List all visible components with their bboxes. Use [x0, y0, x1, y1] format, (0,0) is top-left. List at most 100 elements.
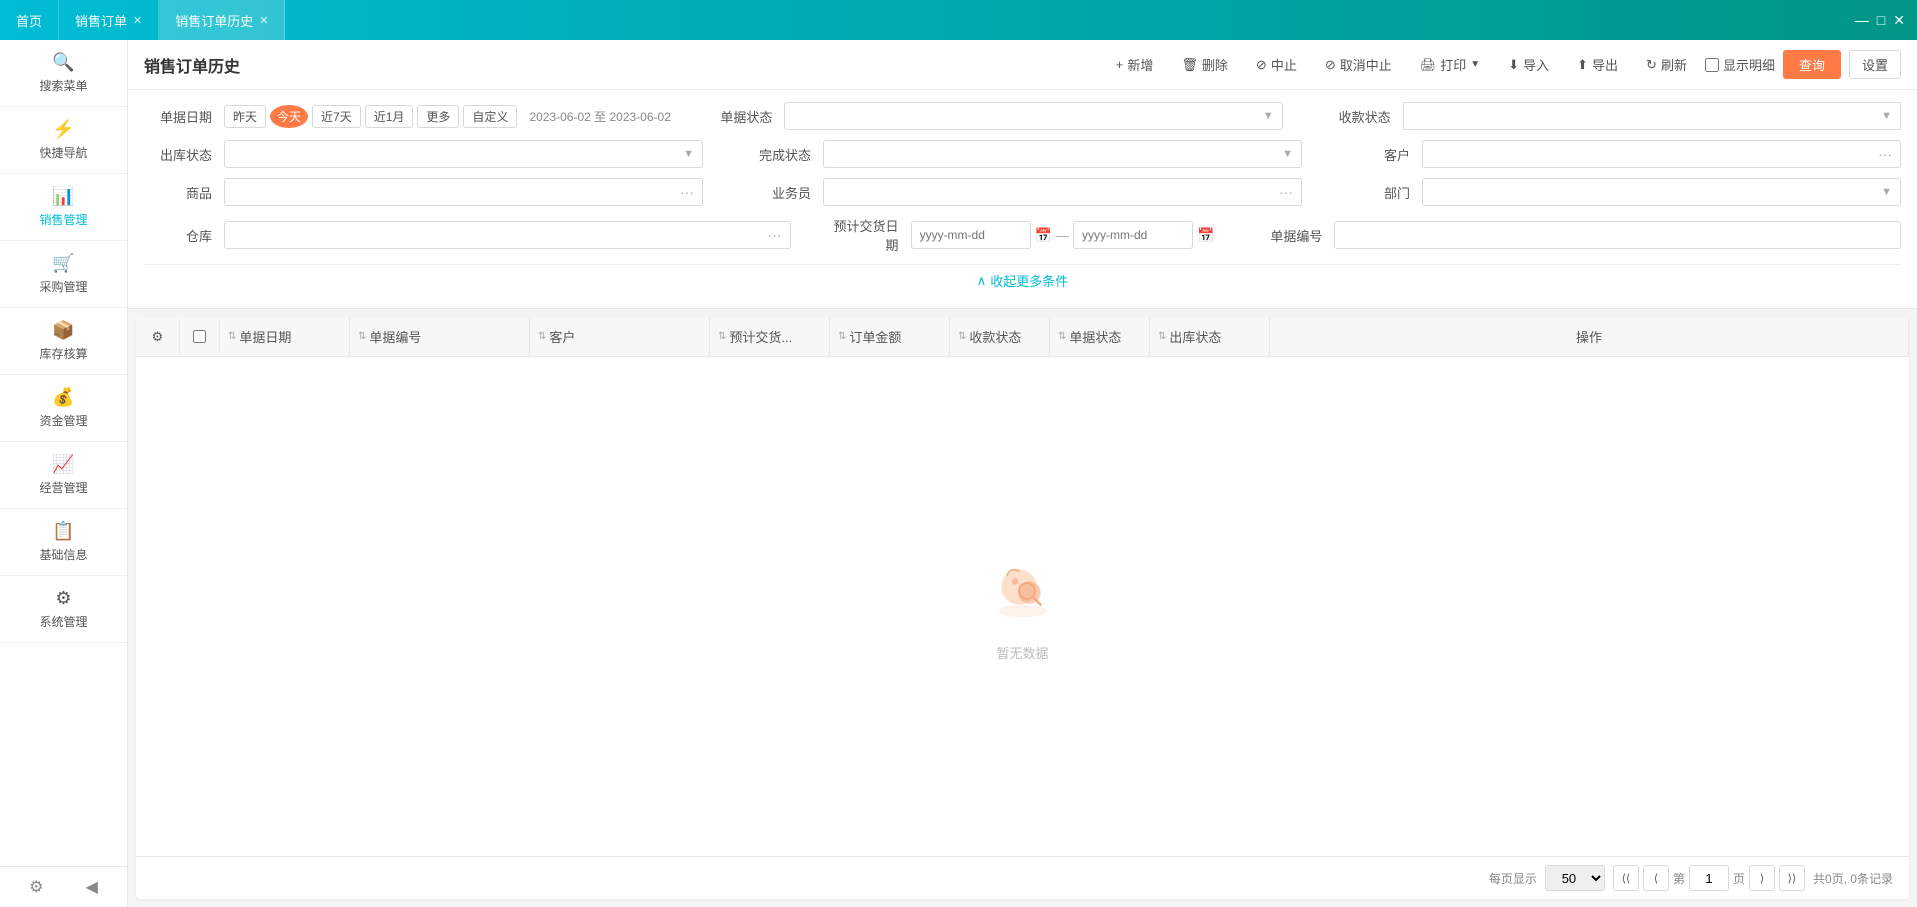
page-prev-button[interactable]: ⟨ [1643, 865, 1669, 891]
print-button[interactable]: 🖨 打印 ▼ [1410, 50, 1490, 79]
sidebar-collapse-icon[interactable]: ◀ [86, 877, 98, 897]
warehouse-dots-icon[interactable]: ··· [768, 227, 782, 243]
import-button[interactable]: ⬇ 导入 [1498, 50, 1559, 79]
topbar-maximize-icon[interactable]: □ [1877, 12, 1885, 28]
system-icon: ⚙ [55, 588, 71, 609]
page-last-button[interactable]: ⟩⟩ [1779, 865, 1805, 891]
table-area: ⚙ ⇅ 单据日期 ⇅ 单据编号 ⇅ 客户 ⇅ [136, 317, 1909, 899]
th-number[interactable]: ⇅ 单据编号 [350, 317, 530, 356]
customer-select[interactable]: ··· [1422, 140, 1901, 168]
page-nav: ⟨⟨ ⟨ 第 页 ⟩ ⟩⟩ [1613, 865, 1805, 891]
receipt-status-select[interactable]: ▼ [1403, 102, 1901, 130]
import-icon: ⬇ [1508, 57, 1519, 73]
warehouse-status-select[interactable]: ▼ [224, 140, 703, 168]
display-toggle-label: 显示明细 [1723, 55, 1775, 74]
topbar-close-icon[interactable]: ✕ [1893, 12, 1905, 29]
sidebar-bottom: ⚙ ◀ [0, 866, 127, 907]
completion-status-select[interactable]: ▼ [823, 140, 1302, 168]
sidebar-settings-icon[interactable]: ⚙ [29, 877, 43, 897]
th-sort-icon-status: ⇅ [1058, 331, 1066, 342]
th-settings[interactable]: ⚙ [136, 319, 180, 355]
page-next-button[interactable]: ⟩ [1749, 865, 1775, 891]
delete-button[interactable]: 🗑 删除 [1171, 50, 1238, 79]
calendar-end-icon[interactable]: 📅 [1197, 227, 1214, 244]
finance-icon: 💰 [52, 387, 74, 408]
department-select[interactable]: ▼ [1422, 178, 1901, 206]
th-sort-icon-receipt: ⇅ [958, 331, 966, 342]
completion-status-label: 完成状态 [743, 145, 823, 164]
page-label-suffix: 页 [1733, 870, 1745, 887]
sales-icon: 📊 [52, 186, 74, 207]
cancel-stop-label: 取消中止 [1340, 55, 1392, 74]
tab-sales-order-close[interactable]: ✕ [133, 14, 142, 27]
sidebar-item-search[interactable]: 🔍 搜索菜单 [0, 40, 127, 107]
delivery-date-start[interactable] [911, 221, 1031, 249]
stop-label: 中止 [1271, 55, 1297, 74]
calendar-start-icon[interactable]: 📅 [1035, 227, 1052, 244]
product-select[interactable]: ··· [224, 178, 703, 206]
date-btn-more[interactable]: 更多 [417, 105, 459, 128]
settings-button[interactable]: 设置 [1849, 50, 1901, 79]
refresh-button[interactable]: ↻ 刷新 [1636, 50, 1697, 79]
th-voucher-status[interactable]: ⇅ 单据状态 [1050, 317, 1150, 356]
empty-state: 暂无数据 [136, 357, 1909, 856]
date-btn-1month[interactable]: 近1月 [365, 105, 414, 128]
voucher-number-input[interactable] [1334, 221, 1901, 249]
topbar-minimize-icon[interactable]: — [1855, 12, 1869, 28]
sidebar-item-system[interactable]: ⚙ 系统管理 [0, 576, 127, 643]
tab-sales-order[interactable]: 销售订单 ✕ [59, 0, 159, 40]
warehouse-select[interactable]: ··· [224, 221, 791, 249]
tab-sales-history[interactable]: 销售订单历史 ✕ [159, 0, 285, 40]
receipt-status-arrow-icon: ▼ [1881, 110, 1892, 122]
sidebar-item-quick-nav[interactable]: ⚡ 快捷导航 [0, 107, 127, 174]
th-sort-icon-warehouse: ⇅ [1158, 331, 1166, 342]
th-status-label: 单据状态 [1069, 327, 1121, 346]
product-dots-icon[interactable]: ··· [680, 184, 694, 200]
export-label: 导出 [1592, 55, 1618, 74]
customer-dots-icon[interactable]: ··· [1878, 146, 1892, 162]
date-btn-custom[interactable]: 自定义 [463, 105, 517, 128]
th-warehouse-status[interactable]: ⇅ 出库状态 [1150, 317, 1270, 356]
date-btn-yesterday[interactable]: 昨天 [224, 105, 266, 128]
sidebar-item-finance[interactable]: 💰 资金管理 [0, 375, 127, 442]
display-detail-checkbox[interactable] [1705, 58, 1719, 72]
export-button[interactable]: ⬆ 导出 [1567, 50, 1628, 79]
date-btn-7days[interactable]: 近7天 [312, 105, 361, 128]
th-date[interactable]: ⇅ 单据日期 [220, 317, 350, 356]
salesperson-dots-icon[interactable]: ··· [1279, 184, 1293, 200]
th-sort-icon-number: ⇅ [358, 331, 366, 342]
th-receipt[interactable]: ⇅ 收款状态 [950, 317, 1050, 356]
salesperson-select[interactable]: ··· [823, 178, 1302, 206]
tab-sales-order-label: 销售订单 [75, 11, 127, 30]
sidebar-item-inventory[interactable]: 📦 库存核算 [0, 308, 127, 375]
th-delivery[interactable]: ⇅ 预计交货... [710, 317, 830, 356]
tab-sales-history-close[interactable]: ✕ [259, 14, 268, 27]
page-first-button[interactable]: ⟨⟨ [1613, 865, 1639, 891]
toolbar: + 新增 🗑 删除 ⊘ 中止 ⊘ 取消中止 🖨 打印 [1106, 50, 1901, 79]
purchase-icon: 🛒 [52, 253, 74, 274]
th-checkbox[interactable] [180, 320, 220, 353]
collapse-bar[interactable]: ∧ 收起更多条件 [144, 264, 1901, 296]
table-header: ⚙ ⇅ 单据日期 ⇅ 单据编号 ⇅ 客户 ⇅ [136, 317, 1909, 357]
th-customer[interactable]: ⇅ 客户 [530, 317, 710, 356]
delivery-date-end[interactable] [1073, 221, 1193, 249]
stop-button[interactable]: ⊘ 中止 [1246, 50, 1307, 79]
cancel-stop-button[interactable]: ⊘ 取消中止 [1315, 50, 1402, 79]
voucher-status-select[interactable]: ▼ [784, 102, 1282, 130]
th-amount[interactable]: ⇅ 订单金额 [830, 317, 950, 356]
product-label: 商品 [144, 183, 224, 202]
topbar-tabs: 首页 销售订单 ✕ 销售订单历史 ✕ [0, 0, 1843, 40]
page-size-dropdown[interactable]: 50 10 20 100 [1545, 865, 1605, 891]
th-amount-label: 订单金额 [849, 327, 901, 346]
date-btn-today[interactable]: 今天 [270, 105, 308, 128]
sidebar-item-operations[interactable]: 📈 经营管理 [0, 442, 127, 509]
sidebar-item-base-info[interactable]: 📋 基础信息 [0, 509, 127, 576]
query-button[interactable]: 查询 [1783, 50, 1841, 79]
page-number-input[interactable] [1689, 865, 1729, 891]
add-button[interactable]: + 新增 [1106, 50, 1164, 79]
sidebar-item-sales[interactable]: 📊 销售管理 [0, 174, 127, 241]
filter-row-4: 仓库 ··· 预计交货日期 📅 — 📅 单据编号 [144, 216, 1901, 254]
tab-home[interactable]: 首页 [0, 0, 59, 40]
sidebar-item-purchase[interactable]: 🛒 采购管理 [0, 241, 127, 308]
select-all-checkbox[interactable] [193, 330, 206, 343]
